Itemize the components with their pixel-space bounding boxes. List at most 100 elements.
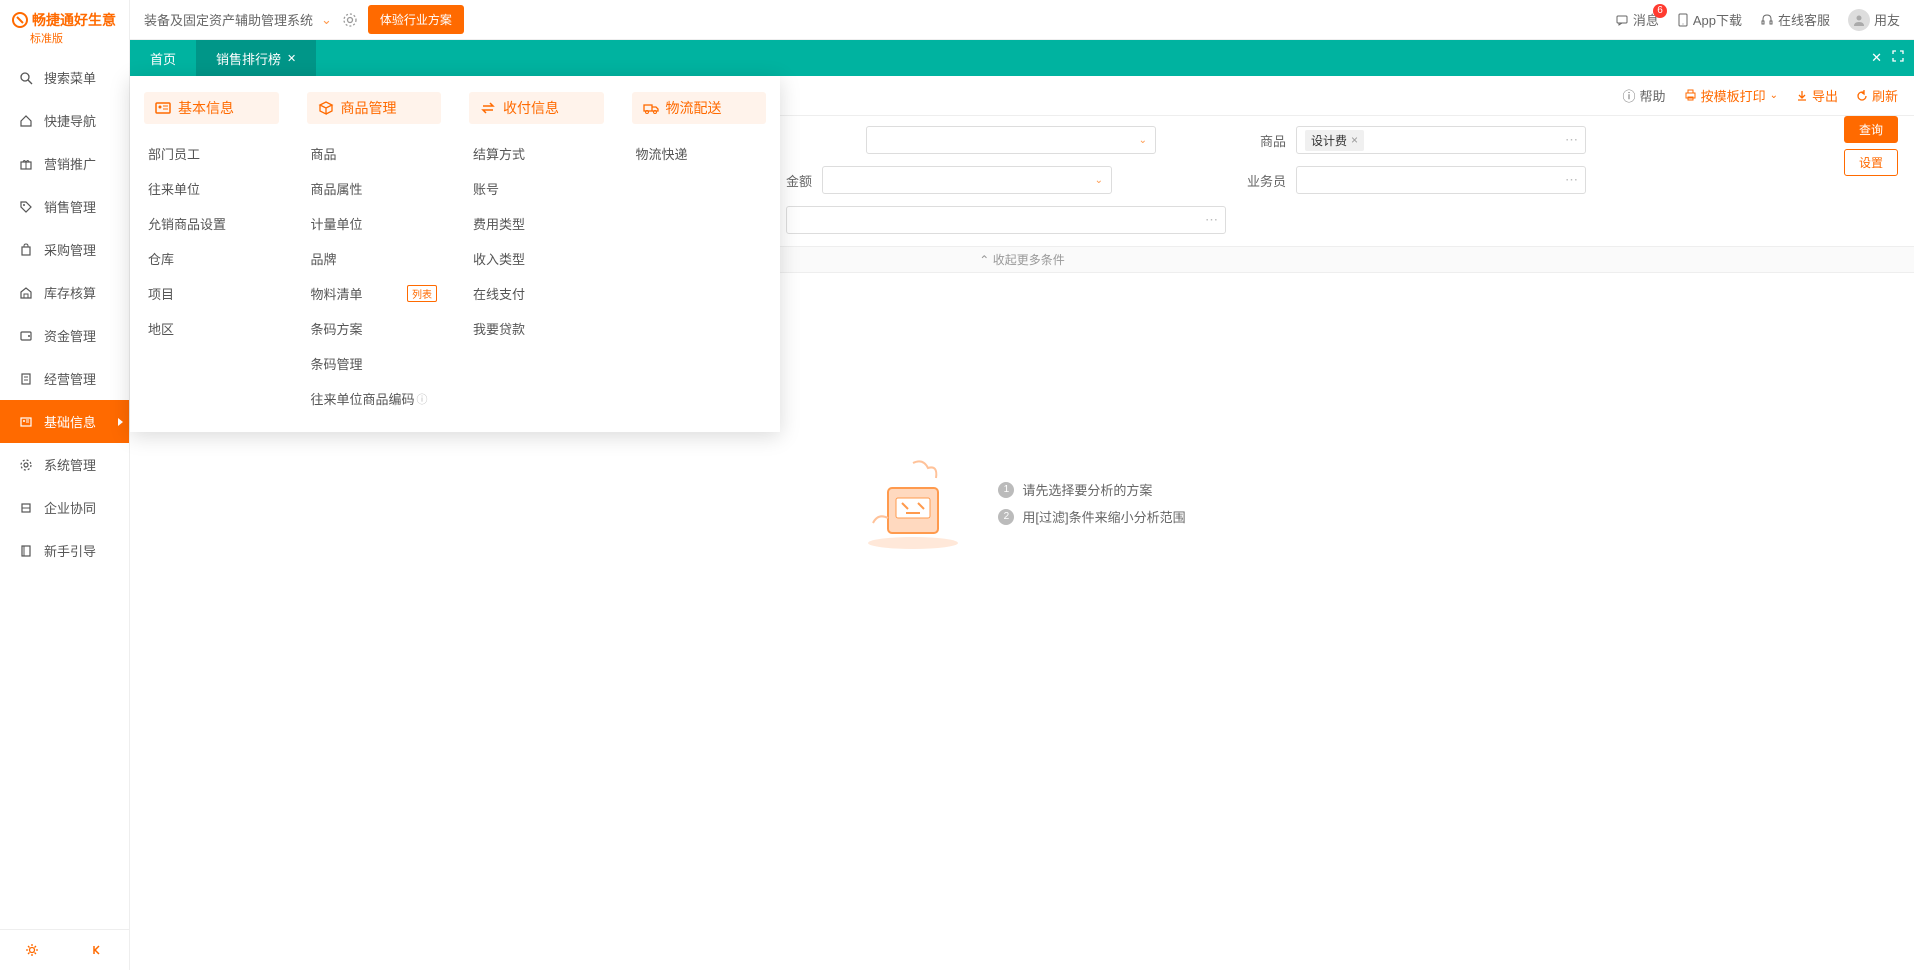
query-button[interactable]: 查询 [1844, 116, 1898, 143]
home-icon [18, 113, 34, 129]
chip-remove-icon[interactable]: × [1351, 133, 1358, 147]
mega-item-barcode-mgmt[interactable]: 条码管理 [307, 346, 442, 381]
messages-button[interactable]: 消息 6 [1615, 10, 1659, 29]
mega-item-loan[interactable]: 我要贷款 [469, 311, 604, 346]
amount-input[interactable]: ⌄ [822, 166, 1112, 194]
gear-icon [18, 457, 34, 473]
step-1-badge: 1 [998, 482, 1014, 498]
filter-dropdown-1[interactable]: ⌄ [866, 126, 1156, 154]
mega-col-basic: 基本信息 部门员工 往来单位 允销商品设置 仓库 项目 地区 [130, 92, 293, 416]
sidebar-item-search[interactable]: 搜索菜单 [0, 56, 129, 99]
empty-step-1: 1请先选择要分析的方案 [998, 480, 1185, 499]
online-service-button[interactable]: 在线客服 [1760, 10, 1830, 29]
team-icon [18, 500, 34, 516]
print-icon [1684, 89, 1697, 102]
ellipsis-icon[interactable]: ⋯ [1205, 212, 1217, 228]
sidebar-item-label: 快捷导航 [44, 111, 96, 130]
system-selector[interactable]: 装备及固定资产辅助管理系统 ⌄ [144, 10, 332, 29]
mega-item-region[interactable]: 地区 [144, 311, 279, 346]
app-download-button[interactable]: App下载 [1677, 10, 1742, 29]
sidebar-item-purchase[interactable]: 采购管理 [0, 228, 129, 271]
tab-expand-icon[interactable] [1892, 50, 1904, 66]
mega-item-income-type[interactable]: 收入类型 [469, 241, 604, 276]
logo-subtitle: 标准版 [30, 30, 63, 46]
sidebar-item-enterprise[interactable]: 企业协同 [0, 486, 129, 529]
amount-label: 金额 [786, 171, 812, 190]
mega-item-unit[interactable]: 计量单位 [307, 206, 442, 241]
mega-item-account[interactable]: 账号 [469, 171, 604, 206]
search-icon [18, 70, 34, 86]
collapse-label: 收起更多条件 [993, 253, 1065, 267]
mega-menu: 基本信息 部门员工 往来单位 允销商品设置 仓库 项目 地区 商品管理 商品 商… [130, 76, 780, 432]
mega-item-online-pay[interactable]: 在线支付 [469, 276, 604, 311]
chevron-down-icon: ⌄ [321, 12, 332, 28]
export-label: 导出 [1812, 86, 1838, 105]
sidebar-item-inventory[interactable]: 库存核算 [0, 271, 129, 314]
export-button[interactable]: 导出 [1796, 86, 1838, 105]
sidebar-item-basicinfo[interactable]: 基础信息 [0, 400, 129, 443]
mega-item-expense-type[interactable]: 费用类型 [469, 206, 604, 241]
chevron-down-icon: ⌄ [1770, 90, 1778, 101]
sidebar-item-label: 企业协同 [44, 498, 96, 517]
mega-item-settlement[interactable]: 结算方式 [469, 136, 604, 171]
logo: 畅捷通好生意 标准版 [0, 0, 129, 56]
card-icon [18, 414, 34, 430]
tabs: 首页 销售排行榜 ✕ ✕ [130, 40, 1914, 76]
mega-item-barcode-scheme[interactable]: 条码方案 [307, 311, 442, 346]
refresh-label: 刷新 [1872, 86, 1898, 105]
try-industry-button[interactable]: 体验行业方案 [368, 5, 464, 34]
help-button[interactable]: ⓘ帮助 [1623, 86, 1666, 105]
user-menu[interactable]: 用友 [1848, 9, 1900, 31]
collapse-icon[interactable] [89, 942, 105, 958]
sidebar-item-system[interactable]: 系统管理 [0, 443, 129, 486]
mega-item-dept-staff[interactable]: 部门员工 [144, 136, 279, 171]
tab-sales-ranking[interactable]: 销售排行榜 ✕ [196, 40, 316, 76]
chevron-up-icon: ⌃ [979, 253, 989, 267]
mega-item-partner-code[interactable]: 往来单位商品编码ⓘ [307, 381, 442, 416]
sidebar-item-operation[interactable]: 经营管理 [0, 357, 129, 400]
box-icon [317, 99, 335, 117]
sidebar-item-quicknav[interactable]: 快捷导航 [0, 99, 129, 142]
empty-step-2: 2用[过滤]条件来缩小分析范围 [998, 507, 1185, 526]
ellipsis-icon[interactable]: ⋯ [1565, 132, 1577, 148]
filter-input-extra[interactable]: ⋯ [786, 206, 1226, 234]
ellipsis-icon[interactable]: ⋯ [1565, 172, 1577, 188]
close-icon[interactable]: ✕ [287, 52, 296, 65]
sidebar-item-marketing[interactable]: 营销推广 [0, 142, 129, 185]
sidebar-item-sales[interactable]: 销售管理 [0, 185, 129, 228]
refresh-button[interactable]: 刷新 [1856, 86, 1898, 105]
product-label: 商品 [1226, 131, 1286, 150]
message-icon [1615, 13, 1629, 27]
tab-home[interactable]: 首页 [130, 40, 196, 76]
mega-item-warehouse[interactable]: 仓库 [144, 241, 279, 276]
mega-item-bom[interactable]: 物料清单列表 [307, 276, 442, 311]
list-tag: 列表 [407, 285, 437, 302]
settings-icon[interactable] [24, 942, 40, 958]
help-icon[interactable]: ⓘ [417, 391, 428, 407]
mega-item-partner[interactable]: 往来单位 [144, 171, 279, 206]
settings-button[interactable]: 设置 [1844, 149, 1898, 176]
sidebar-item-label: 采购管理 [44, 240, 96, 259]
product-input[interactable]: 设计费× ⋯ [1296, 126, 1586, 154]
messages-badge: 6 [1653, 4, 1667, 18]
chevron-down-icon: ⌄ [1139, 135, 1147, 146]
sidebar-item-finance[interactable]: 资金管理 [0, 314, 129, 357]
print-button[interactable]: 按模板打印⌄ [1684, 86, 1778, 105]
mega-item-product-attr[interactable]: 商品属性 [307, 171, 442, 206]
tab-close-all-icon[interactable]: ✕ [1871, 50, 1882, 66]
mega-item-allow-sale[interactable]: 允销商品设置 [144, 206, 279, 241]
logo-icon [12, 12, 28, 28]
sidebar-item-guide[interactable]: 新手引导 [0, 529, 129, 572]
filter-actions: 查询 设置 [1844, 116, 1898, 176]
salesperson-input[interactable]: ⋯ [1296, 166, 1586, 194]
system-name: 装备及固定资产辅助管理系统 [144, 10, 313, 29]
mega-col-payment: 收付信息 结算方式 账号 费用类型 收入类型 在线支付 我要贷款 [455, 92, 618, 416]
mega-item-product[interactable]: 商品 [307, 136, 442, 171]
export-icon [1796, 90, 1808, 102]
mega-item-express[interactable]: 物流快递 [632, 136, 767, 171]
mega-item-project[interactable]: 项目 [144, 276, 279, 311]
phone-icon [1677, 13, 1689, 27]
header-settings-icon[interactable] [342, 12, 358, 28]
sidebar-item-label: 经营管理 [44, 369, 96, 388]
mega-item-brand[interactable]: 品牌 [307, 241, 442, 276]
